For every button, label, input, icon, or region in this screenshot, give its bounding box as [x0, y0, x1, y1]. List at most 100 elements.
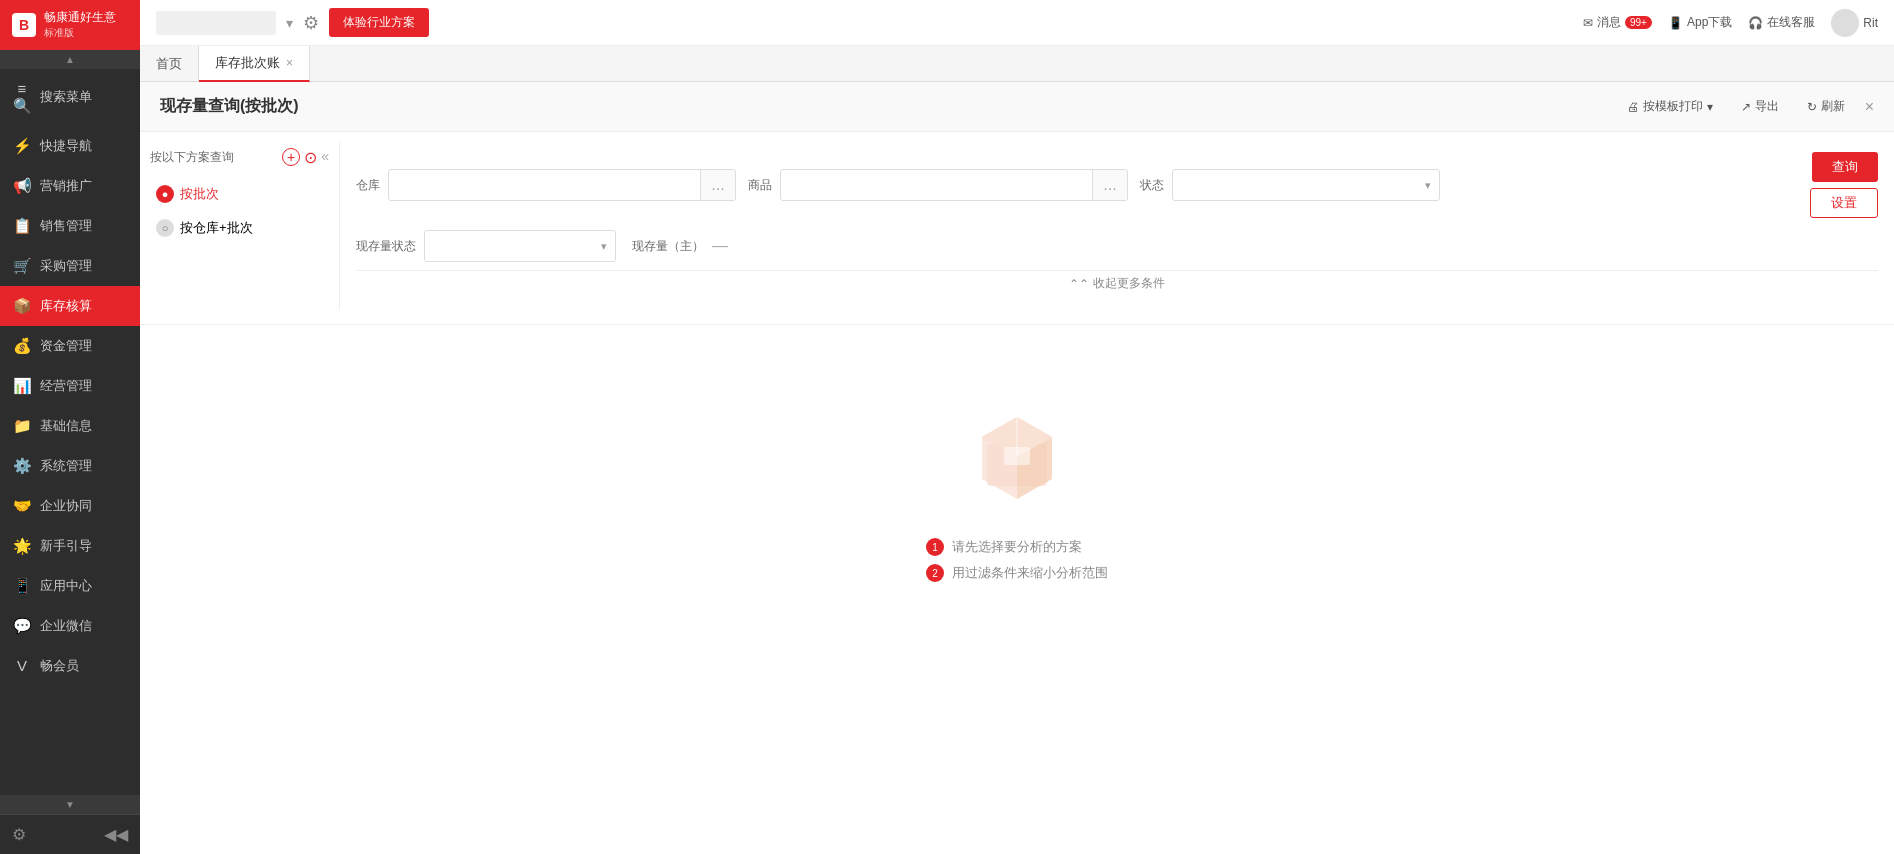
user-action[interactable]: Rit	[1831, 9, 1878, 37]
page-actions: 🖨 按模板打印 ▾ ↗ 导出 ↻ 刷新 ×	[1619, 94, 1874, 119]
brand-name: 畅康通好生意	[44, 10, 116, 26]
apps-icon: 📱	[12, 577, 32, 595]
sidebar-item-member[interactable]: V 畅会员	[0, 646, 140, 686]
sidebar-item-system[interactable]: ⚙️ 系统管理	[0, 446, 140, 486]
message-icon: ✉	[1583, 16, 1593, 30]
sidebar-item-operation[interactable]: 📊 经营管理	[0, 366, 140, 406]
enterprise-icon: 🤝	[12, 497, 32, 515]
inv-status-label: 现存量状态	[356, 238, 416, 255]
warehouse-more-btn[interactable]: …	[700, 170, 735, 200]
guide-icon: 🌟	[12, 537, 32, 555]
scheme-settings-icon[interactable]: ⊙	[304, 148, 317, 167]
add-scheme-icon[interactable]: +	[282, 148, 300, 166]
print-dropdown-icon[interactable]: ▾	[1707, 100, 1713, 114]
sidebar-item-basic[interactable]: 📁 基础信息	[0, 406, 140, 446]
topbar-left: ▾ ⚙ 体验行业方案	[156, 8, 1571, 37]
filter-divider	[356, 270, 1878, 271]
filter-status-field: 状态 ▾	[1140, 169, 1440, 201]
inv-qty-label: 现存量（主）	[632, 238, 704, 255]
sidebar-nav: ≡🔍 搜索菜单 ⚡ 快捷导航 📢 营销推广 📋 销售管理 🛒 采购管理 📦 库存…	[0, 69, 140, 795]
marketing-icon: 📢	[12, 177, 32, 195]
page-header: 现存量查询(按批次) 🖨 按模板打印 ▾ ↗ 导出 ↻ 刷新 ×	[140, 82, 1894, 132]
inventory-icon: 📦	[12, 297, 32, 315]
app-download-action[interactable]: 📱 App下载	[1668, 14, 1732, 31]
filter-option-by-warehouse-batch[interactable]: ○ 按仓库+批次	[150, 211, 329, 245]
filter-sidebar-header-actions: + ⊙ «	[282, 148, 329, 167]
basic-icon: 📁	[12, 417, 32, 435]
warehouse-input[interactable]	[389, 170, 700, 200]
purchase-icon: 🛒	[12, 257, 32, 275]
filter-warehouse-field: 仓库 …	[356, 169, 736, 201]
sidebar-item-inventory[interactable]: 📦 库存核算	[0, 286, 140, 326]
warehouse-input-wrapper: …	[388, 169, 736, 201]
sidebar-item-wechat[interactable]: 💬 企业微信	[0, 606, 140, 646]
sidebar-item-label: 销售管理	[40, 217, 92, 235]
print-icon: 🖨	[1627, 100, 1639, 114]
filter-product-field: 商品 …	[748, 169, 1128, 201]
content-divider	[140, 324, 1894, 325]
sidebar-scroll-down[interactable]: ▼	[0, 795, 140, 814]
inv-status-select[interactable]	[425, 231, 615, 261]
wechat-icon: 💬	[12, 617, 32, 635]
sidebar-item-label: 企业协同	[40, 497, 92, 515]
page-title: 现存量查询(按批次)	[160, 96, 299, 117]
tab-home[interactable]: 首页	[140, 46, 199, 82]
export-icon: ↗	[1741, 100, 1751, 114]
export-btn[interactable]: ↗ 导出	[1733, 94, 1787, 119]
sidebar-scroll-up[interactable]: ▲	[0, 50, 140, 69]
filter-sidebar-header: 按以下方案查询 + ⊙ «	[150, 142, 329, 173]
finance-icon: 💰	[12, 337, 32, 355]
topbar-dropdown-icon[interactable]: ▾	[286, 15, 293, 31]
sidebar-item-marketing[interactable]: 📢 营销推广	[0, 166, 140, 206]
query-button[interactable]: 查询	[1812, 152, 1878, 182]
hint-2-text: 用过滤条件来缩小分析范围	[952, 564, 1108, 582]
settings-footer-icon[interactable]: ⚙	[12, 825, 26, 844]
sidebar-item-label: 快捷导航	[40, 137, 92, 155]
refresh-btn[interactable]: ↻ 刷新	[1799, 94, 1853, 119]
sidebar-item-quick-nav[interactable]: ⚡ 快捷导航	[0, 126, 140, 166]
sidebar-item-label: 基础信息	[40, 417, 92, 435]
sidebar-item-finance[interactable]: 💰 资金管理	[0, 326, 140, 366]
tab-close-icon[interactable]: ×	[286, 56, 293, 70]
online-service-action[interactable]: 🎧 在线客服	[1748, 14, 1815, 31]
experience-btn[interactable]: 体验行业方案	[329, 8, 429, 37]
sidebar-item-enterprise[interactable]: 🤝 企业协同	[0, 486, 140, 526]
topbar-settings-icon[interactable]: ⚙	[303, 12, 319, 34]
refresh-label: 刷新	[1821, 98, 1845, 115]
topbar-right: ✉ 消息 99+ 📱 App下载 🎧 在线客服 Rit	[1583, 9, 1878, 37]
search-icon: ≡🔍	[12, 80, 32, 115]
sidebar-item-guide[interactable]: 🌟 新手引导	[0, 526, 140, 566]
filter-row-1: 仓库 … 商品 …	[356, 152, 1878, 218]
sidebar-item-purchase[interactable]: 🛒 采购管理	[0, 246, 140, 286]
logo-icon: B	[12, 13, 36, 37]
product-more-btn[interactable]: …	[1092, 170, 1127, 200]
brand-edition: 标准版	[44, 26, 116, 40]
sidebar-item-search[interactable]: ≡🔍 搜索菜单	[0, 69, 140, 126]
messages-label: 消息	[1597, 14, 1621, 31]
product-input[interactable]	[781, 170, 1092, 200]
sidebar-item-apps[interactable]: 📱 应用中心	[0, 566, 140, 606]
tab-inventory-batch[interactable]: 库存批次账 ×	[199, 46, 310, 82]
filter-option-label: 按批次	[180, 185, 219, 203]
headset-icon: 🎧	[1748, 16, 1763, 30]
collapse-more-btn[interactable]: ⌃⌃ 收起更多条件	[356, 275, 1878, 292]
print-btn[interactable]: 🖨 按模板打印 ▾	[1619, 94, 1721, 119]
system-icon: ⚙️	[12, 457, 32, 475]
refresh-icon: ↻	[1807, 100, 1817, 114]
filter-action-buttons: 查询 设置	[1810, 152, 1878, 218]
settings-button[interactable]: 设置	[1810, 188, 1878, 218]
topbar-search-input[interactable]	[156, 11, 276, 35]
empty-hints: 1 请先选择要分析的方案 2 用过滤条件来缩小分析范围	[926, 538, 1108, 590]
filter-option-by-batch[interactable]: ● 按批次	[150, 177, 329, 211]
collapse-filter-icon[interactable]: «	[321, 148, 329, 167]
collapse-sidebar-icon[interactable]: ◀◀	[104, 825, 128, 844]
quick-nav-icon: ⚡	[12, 137, 32, 155]
messages-action[interactable]: ✉ 消息 99+	[1583, 14, 1652, 31]
status-select[interactable]	[1173, 170, 1439, 200]
close-panel-icon[interactable]: ×	[1865, 98, 1874, 116]
sidebar-item-sales[interactable]: 📋 销售管理	[0, 206, 140, 246]
batch-scheme-icon: ●	[156, 185, 174, 203]
tabs-bar: 首页 库存批次账 ×	[140, 46, 1894, 82]
sidebar-item-label: 畅会员	[40, 657, 79, 675]
sidebar-item-label: 系统管理	[40, 457, 92, 475]
